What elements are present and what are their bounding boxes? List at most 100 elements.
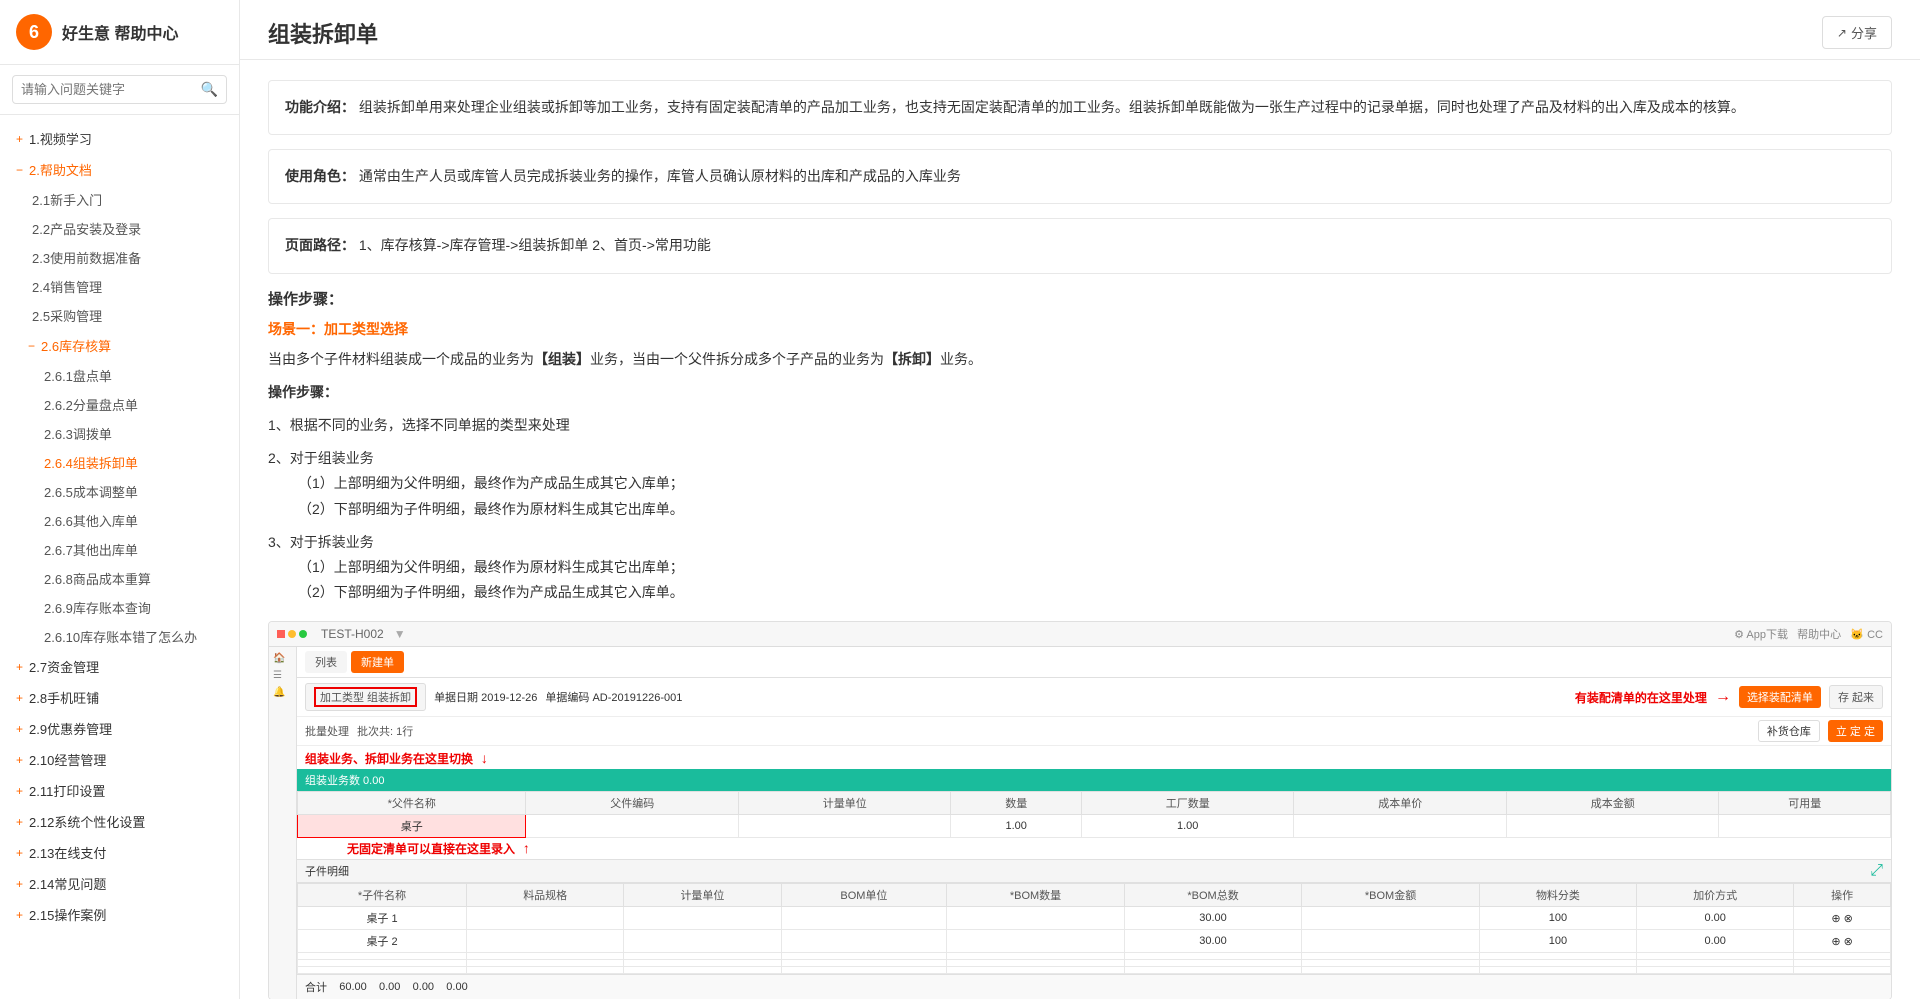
plus-icon-2-9: + <box>16 722 23 736</box>
logo-text: 好生意 帮助中心 <box>62 20 178 44</box>
intro-block: 功能介绍： 组装拆卸单用来处理企业组装或拆卸等加工业务，支持有固定装配清单的产品… <box>268 80 1892 135</box>
lower-row-1: 桌子 1 30.00 100 0.00 <box>298 907 1891 930</box>
upper-col-available: 可用量 <box>1719 792 1891 815</box>
sidebar-item-2-6-2[interactable]: 2.6.2分量盘点单 <box>44 390 239 419</box>
sidebar-item-2-6-4[interactable]: 2.6.4组装拆卸单 <box>44 448 239 477</box>
browser-icons: ⚙ App下载 帮助中心 🐱 CC <box>1734 626 1883 642</box>
sidebar-item-2-13-label: 2.13在线支付 <box>29 843 106 862</box>
browser-url: TEST-H002 <box>321 627 384 641</box>
count-label: 批次共: 1行 <box>357 723 413 739</box>
intro-label: 功能介绍： <box>285 99 355 115</box>
sidebar-item-2-6-8[interactable]: 2.6.8商品成本重算 <box>44 564 239 593</box>
sidebar-item-2-3[interactable]: 2.3使用前数据准备 <box>0 243 239 272</box>
steps-section: 操作步骤： 场景一：加工类型选择 当由多个子件材料组装成一个成品的业务为【组装】… <box>268 288 1892 606</box>
sidebar-item-2-15[interactable]: + 2.15操作案例 <box>0 899 239 930</box>
sidebar-item-2-1[interactable]: 2.1新手入门 <box>0 185 239 214</box>
sidebar-item-2-6-6[interactable]: 2.6.6其他入库单 <box>44 506 239 535</box>
intro-text: 组装拆卸单用来处理企业组装或拆卸等加工业务，支持有固定装配清单的产品加工业务，也… <box>359 99 1745 115</box>
step3: 3、对于拆装业务 （1）上部明细为父件明细，最终作为原材料生成其它出库单； （2… <box>268 530 1892 606</box>
footer-totals: 合计 60.00 0.00 0.00 0.00 <box>297 974 1891 999</box>
path-label: 页面路径： <box>285 237 355 253</box>
lower-row-5 <box>298 967 1891 974</box>
sidebar-item-2-12[interactable]: + 2.12系统个性化设置 <box>0 806 239 837</box>
btn-select-bom[interactable]: 选择装配清单 <box>1739 686 1821 708</box>
footer-cost-total: 0.00 <box>373 981 407 993</box>
upper-col-unit: 计量单位 <box>738 792 951 815</box>
expand-icon[interactable]: ⤢ <box>1870 862 1883 880</box>
lower-table-container: *子件名称 料品规格 计量单位 BOM单位 *BOM数量 *BOM总数 *BOM… <box>297 883 1891 974</box>
plus-icon-2-11: + <box>16 784 23 798</box>
sidebar-item-2-5[interactable]: 2.5采购管理 <box>0 301 239 330</box>
upper-cell-name: 桌子 <box>298 815 526 838</box>
plus-icon-2-8: + <box>16 691 23 705</box>
sidebar-item-2-6-label: 2.6库存核算 <box>41 336 111 355</box>
upper-table: *父件名称 父件编码 计量单位 数量 工厂数量 成本单价 成本金额 可用量 <box>297 791 1891 838</box>
sidebar-item-2-10[interactable]: + 2.10经营管理 <box>0 744 239 775</box>
date-field: 单据日期 2019-12-26 <box>434 689 537 705</box>
steps-label: 操作步骤： <box>268 380 1892 405</box>
upper-section-label: 组装业务数 0.00 <box>305 772 384 788</box>
sidebar-item-2-8[interactable]: + 2.8手机旺铺 <box>0 682 239 713</box>
search-icon[interactable]: 🔍 <box>201 81 218 98</box>
app-main-area: 列表 新建单 加工类型 组装拆卸 单据日期 2019-12-26 单据编码 AD… <box>297 647 1891 999</box>
warehouse-input[interactable]: 补货仓库 <box>1758 720 1820 742</box>
path-block: 页面路径： 1、库存核算->库存管理->组装拆卸单 2、首页->常用功能 <box>268 218 1892 273</box>
browser-controls: ▼ <box>394 627 406 641</box>
share-button[interactable]: ↗ 分享 <box>1822 16 1892 49</box>
sidebar-item-videos[interactable]: + 1.视频学习 <box>0 123 239 154</box>
mock-toolbar: 加工类型 组装拆卸 单据日期 2019-12-26 单据编码 AD-201912… <box>297 678 1891 717</box>
sidebar-item-2-14[interactable]: + 2.14常见问题 <box>0 868 239 899</box>
app-sidebar-icons: 🏠 ☰ 🔔 <box>269 647 297 999</box>
annotation1: 有装配清单的在这里处理 <box>1575 689 1707 706</box>
annotation3-row: 无固定清单可以直接在这里录入 ↑ <box>297 838 1891 859</box>
sidebar: 6 好生意 帮助中心 🔍 + 1.视频学习 − 2.帮助文档 2.1新手入门 2… <box>0 0 240 999</box>
sidebar-item-2-6-5[interactable]: 2.6.5成本调整单 <box>44 477 239 506</box>
tab-list[interactable]: 列表 <box>305 651 347 673</box>
search-box[interactable]: 🔍 <box>12 75 227 104</box>
app-icon-list: ☰ <box>273 670 292 681</box>
step2-sub1: （1）上部明细为父件明细，最终作为产成品生成其它入库单； <box>298 471 1892 496</box>
sidebar-item-2-2[interactable]: 2.2产品安装及登录 <box>0 214 239 243</box>
upper-col-cost-amount: 成本金额 <box>1506 792 1719 815</box>
sub-toolbar: 批量处理 批次共: 1行 补货仓库 立 定 定 <box>297 717 1891 746</box>
sidebar-item-2-4[interactable]: 2.4销售管理 <box>0 272 239 301</box>
app-icon-bell: 🔔 <box>273 687 292 698</box>
sidebar-item-docs[interactable]: − 2.帮助文档 <box>0 154 239 185</box>
plus-icon-2-7: + <box>16 660 23 674</box>
annotation2: 组装业务、拆卸业务在这里切换 <box>305 752 473 766</box>
minus-icon-2-6: − <box>28 339 35 353</box>
sidebar-item-2-11[interactable]: + 2.11打印设置 <box>0 775 239 806</box>
app-tabs: 列表 新建单 <box>297 647 1891 678</box>
sidebar-item-2-7[interactable]: + 2.7资金管理 <box>0 651 239 682</box>
sidebar-item-2-6-1[interactable]: 2.6.1盘点单 <box>44 361 239 390</box>
sidebar-item-2-6-3[interactable]: 2.6.3调拨单 <box>44 419 239 448</box>
sidebar-item-2-6-9[interactable]: 2.6.9库存账本查询 <box>44 593 239 622</box>
search-input[interactable] <box>21 82 201 97</box>
lower-section-label: 子件明细 <box>305 863 349 879</box>
annotation4: 无固定清单可以直接在这里录入 <box>347 842 515 856</box>
mock-app: 🏠 ☰ 🔔 列表 新建单 <box>269 647 1891 999</box>
sidebar-item-2-6-10[interactable]: 2.6.10库存账本错了怎么办 <box>44 622 239 651</box>
logo-icon: 6 <box>16 14 52 50</box>
lower-row-3 <box>298 953 1891 960</box>
footer-amount-total: 0.00 <box>407 981 441 993</box>
upper-col-factory-qty: 工厂数量 <box>1081 792 1294 815</box>
browser-dots <box>277 630 307 638</box>
upper-col-qty: 数量 <box>951 792 1081 815</box>
sidebar-item-2-6-7[interactable]: 2.6.7其他出库单 <box>44 535 239 564</box>
btn-confirm[interactable]: 立 定 定 <box>1828 720 1883 742</box>
plus-icon-2-14: + <box>16 877 23 891</box>
tab-new[interactable]: 新建单 <box>351 651 404 673</box>
step3-sub2: （2）下部明细为子件明细，最终作为产成品生成其它入库单。 <box>298 580 1892 605</box>
plus-icon-2-10: + <box>16 753 23 767</box>
btn-type[interactable]: 加工类型 组装拆卸 <box>305 683 426 711</box>
sidebar-item-2-9[interactable]: + 2.9优惠券管理 <box>0 713 239 744</box>
sidebar-item-2-6[interactable]: − 2.6库存核算 <box>0 330 239 361</box>
sidebar-item-2-13[interactable]: + 2.13在线支付 <box>0 837 239 868</box>
btn-save[interactable]: 存 起来 <box>1829 685 1883 709</box>
type-value-box: 加工类型 组装拆卸 <box>314 687 417 707</box>
step2-sub2: （2）下部明细为子件明细，最终作为原材料生成其它出库单。 <box>298 497 1892 522</box>
scene1-title: 场景一：加工类型选择 <box>268 321 408 337</box>
upper-col-cost-price: 成本单价 <box>1294 792 1507 815</box>
sidebar-item-2-8-label: 2.8手机旺铺 <box>29 688 99 707</box>
